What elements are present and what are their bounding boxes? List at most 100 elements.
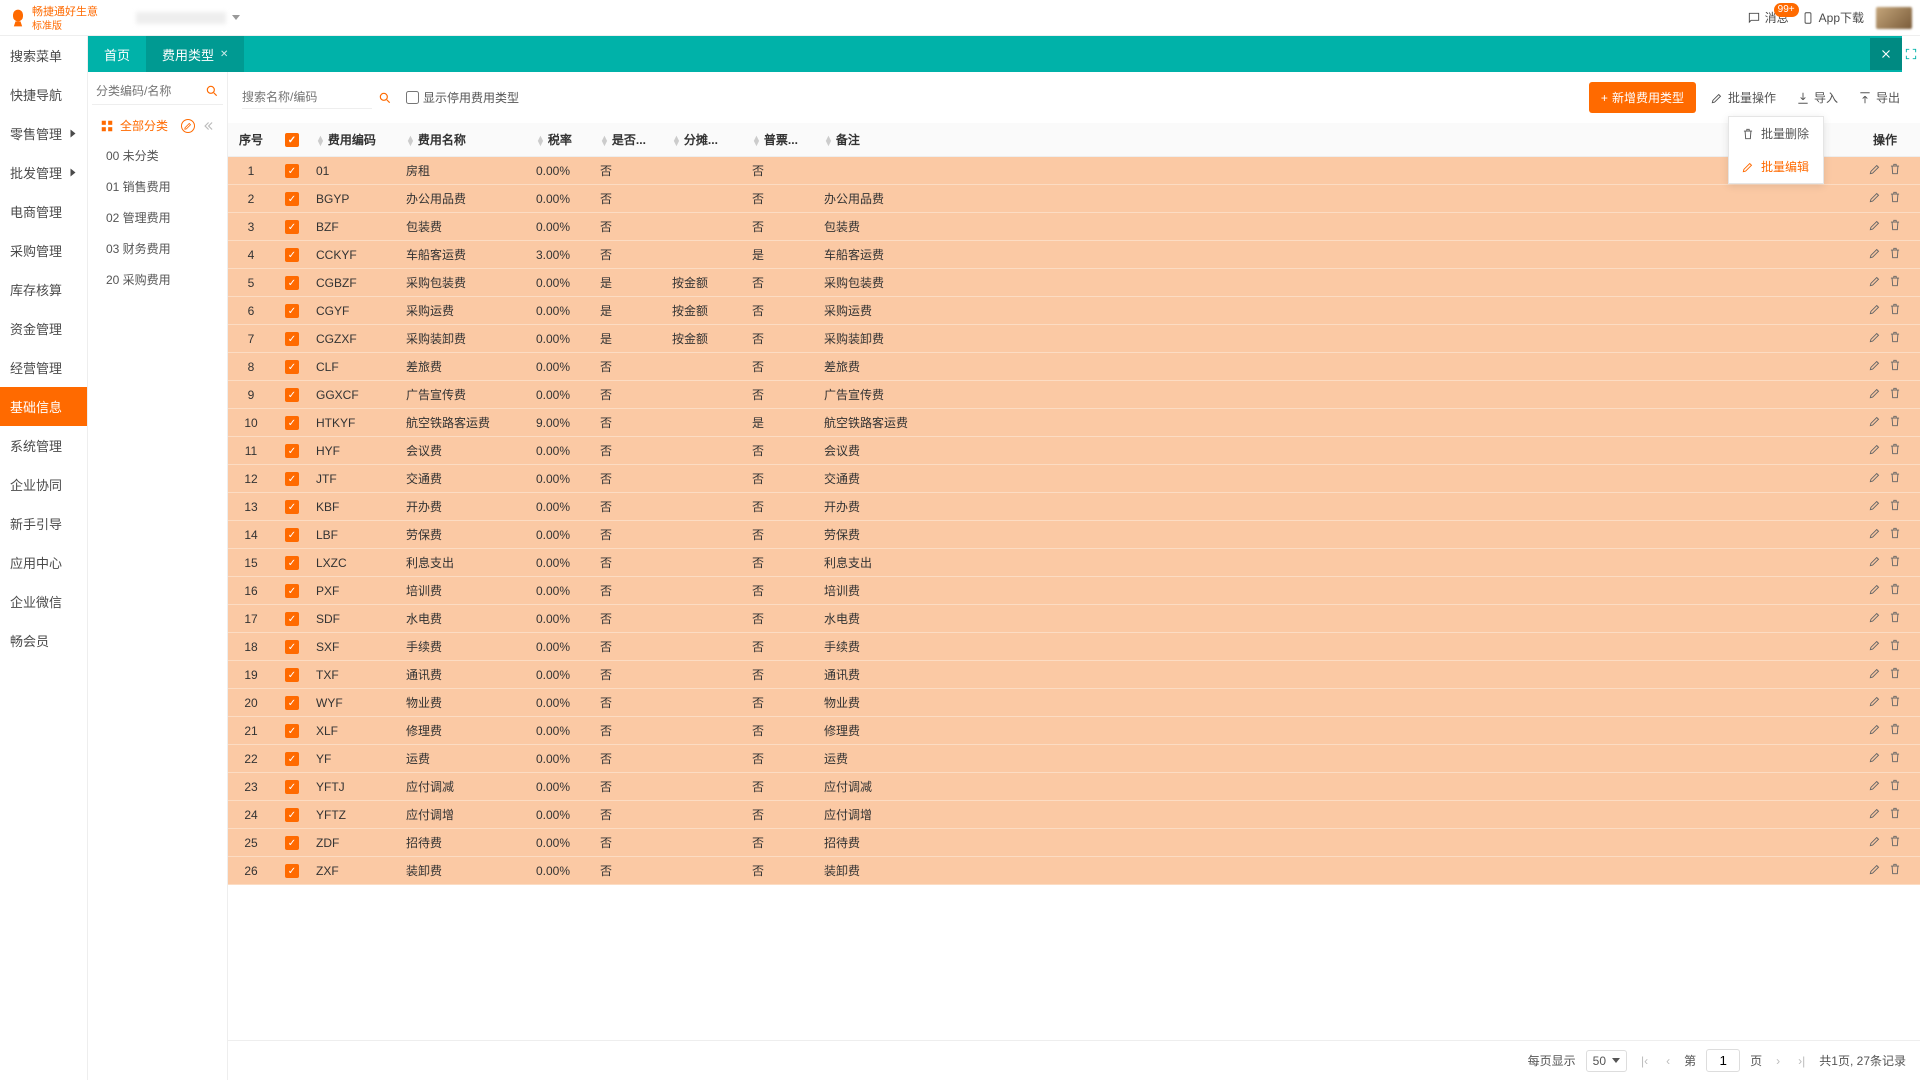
cell-checkbox[interactable]: ✓ — [274, 381, 310, 409]
row-edit-button[interactable] — [1868, 470, 1882, 484]
table-row[interactable]: 3✓BZF包装费0.00%否否包装费 — [228, 213, 1920, 241]
row-delete-button[interactable] — [1888, 190, 1902, 204]
row-checkbox[interactable]: ✓ — [285, 668, 299, 682]
row-delete-button[interactable] — [1888, 666, 1902, 680]
table-row[interactable]: 20✓WYF物业费0.00%否否物业费 — [228, 689, 1920, 717]
cell-checkbox[interactable]: ✓ — [274, 185, 310, 213]
row-edit-button[interactable] — [1868, 386, 1882, 400]
cell-checkbox[interactable]: ✓ — [274, 745, 310, 773]
row-checkbox[interactable]: ✓ — [285, 164, 299, 178]
tab-0[interactable]: 首页 — [88, 36, 146, 72]
cell-checkbox[interactable]: ✓ — [274, 269, 310, 297]
sidebar-item-10[interactable]: 系统管理 — [0, 426, 87, 465]
row-delete-button[interactable] — [1888, 302, 1902, 316]
cell-checkbox[interactable]: ✓ — [274, 717, 310, 745]
cell-checkbox[interactable]: ✓ — [274, 857, 310, 885]
cell-checkbox[interactable]: ✓ — [274, 829, 310, 857]
row-checkbox[interactable]: ✓ — [285, 808, 299, 822]
category-item-4[interactable]: 20 采购费用 — [92, 264, 223, 295]
table-row[interactable]: 21✓XLF修理费0.00%否否修理费 — [228, 717, 1920, 745]
row-edit-button[interactable] — [1868, 554, 1882, 568]
table-row[interactable]: 26✓ZXF装卸费0.00%否否装卸费 — [228, 857, 1920, 885]
row-edit-button[interactable] — [1868, 610, 1882, 624]
row-checkbox[interactable]: ✓ — [285, 192, 299, 206]
sidebar-item-2[interactable]: 零售管理 — [0, 114, 87, 153]
batch-delete-item[interactable]: 批量删除 — [1729, 117, 1823, 150]
row-delete-button[interactable] — [1888, 526, 1902, 540]
row-delete-button[interactable] — [1888, 582, 1902, 596]
page-first[interactable]: |‹ — [1637, 1052, 1652, 1070]
category-item-0[interactable]: 00 未分类 — [92, 140, 223, 171]
cell-checkbox[interactable]: ✓ — [274, 493, 310, 521]
row-checkbox[interactable]: ✓ — [285, 836, 299, 850]
collapse-icon[interactable] — [201, 119, 215, 133]
cell-checkbox[interactable]: ✓ — [274, 773, 310, 801]
add-button[interactable]: + 新增费用类型 — [1589, 82, 1696, 113]
cell-checkbox[interactable]: ✓ — [274, 549, 310, 577]
sidebar-item-14[interactable]: 企业微信 — [0, 582, 87, 621]
sidebar-item-0[interactable]: 搜索菜单 — [0, 36, 87, 75]
table-row[interactable]: 5✓CGBZF采购包装费0.00%是按金额否采购包装费 — [228, 269, 1920, 297]
row-delete-button[interactable] — [1888, 274, 1902, 288]
table-row[interactable]: 23✓YFTJ应付调减0.00%否否应付调减 — [228, 773, 1920, 801]
col-remark[interactable]: ▲▼备注 — [818, 123, 1850, 157]
cell-checkbox[interactable]: ✓ — [274, 465, 310, 493]
table-row[interactable]: 19✓TXF通讯费0.00%否否通讯费 — [228, 661, 1920, 689]
cell-checkbox[interactable]: ✓ — [274, 297, 310, 325]
cell-checkbox[interactable]: ✓ — [274, 577, 310, 605]
cell-checkbox[interactable]: ✓ — [274, 213, 310, 241]
org-dropdown[interactable] — [128, 8, 248, 28]
cell-checkbox[interactable]: ✓ — [274, 241, 310, 269]
table-row[interactable]: 15✓LXZC利息支出0.00%否否利息支出 — [228, 549, 1920, 577]
row-checkbox[interactable]: ✓ — [285, 360, 299, 374]
row-edit-button[interactable] — [1868, 330, 1882, 344]
cell-checkbox[interactable]: ✓ — [274, 353, 310, 381]
table-row[interactable]: 13✓KBF开办费0.00%否否开办费 — [228, 493, 1920, 521]
row-checkbox[interactable]: ✓ — [285, 416, 299, 430]
cell-checkbox[interactable]: ✓ — [274, 325, 310, 353]
cell-checkbox[interactable]: ✓ — [274, 521, 310, 549]
row-checkbox[interactable]: ✓ — [285, 528, 299, 542]
table-row[interactable]: 25✓ZDF招待费0.00%否否招待费 — [228, 829, 1920, 857]
show-disabled-checkbox[interactable]: 显示停用费用类型 — [406, 89, 519, 106]
sidebar-item-7[interactable]: 资金管理 — [0, 309, 87, 348]
table-row[interactable]: 7✓CGZXF采购装卸费0.00%是按金额否采购装卸费 — [228, 325, 1920, 353]
table-row[interactable]: 22✓YF运费0.00%否否运费 — [228, 745, 1920, 773]
row-edit-button[interactable] — [1868, 526, 1882, 540]
row-delete-button[interactable] — [1888, 358, 1902, 372]
row-edit-button[interactable] — [1868, 414, 1882, 428]
sidebar-item-6[interactable]: 库存核算 — [0, 270, 87, 309]
row-edit-button[interactable] — [1868, 442, 1882, 456]
cell-checkbox[interactable]: ✓ — [274, 157, 310, 185]
row-edit-button[interactable] — [1868, 302, 1882, 316]
table-row[interactable]: 16✓PXF培训费0.00%否否培训费 — [228, 577, 1920, 605]
row-delete-button[interactable] — [1888, 498, 1902, 512]
row-edit-button[interactable] — [1868, 834, 1882, 848]
row-checkbox[interactable]: ✓ — [285, 248, 299, 262]
col-alloc[interactable]: ▲▼分摊... — [666, 123, 746, 157]
category-search-input[interactable] — [96, 84, 205, 98]
row-checkbox[interactable]: ✓ — [285, 864, 299, 878]
row-delete-button[interactable] — [1888, 218, 1902, 232]
page-last[interactable]: ›| — [1794, 1052, 1809, 1070]
row-edit-button[interactable] — [1868, 666, 1882, 680]
col-code[interactable]: ▲▼费用编码 — [310, 123, 400, 157]
table-row[interactable]: 1✓01房租0.00%否否 — [228, 157, 1920, 185]
sidebar-item-15[interactable]: 畅会员 — [0, 621, 87, 660]
row-delete-button[interactable] — [1888, 638, 1902, 652]
table-row[interactable]: 4✓CCKYF车船客运费3.00%否是车船客运费 — [228, 241, 1920, 269]
row-delete-button[interactable] — [1888, 442, 1902, 456]
row-checkbox[interactable]: ✓ — [285, 276, 299, 290]
row-checkbox[interactable]: ✓ — [285, 304, 299, 318]
row-checkbox[interactable]: ✓ — [285, 584, 299, 598]
table-row[interactable]: 8✓CLF差旅费0.00%否否差旅费 — [228, 353, 1920, 381]
row-edit-button[interactable] — [1868, 358, 1882, 372]
row-delete-button[interactable] — [1888, 414, 1902, 428]
row-checkbox[interactable]: ✓ — [285, 724, 299, 738]
sidebar-item-1[interactable]: 快捷导航 — [0, 75, 87, 114]
show-disabled-input[interactable] — [406, 91, 419, 104]
col-checkbox[interactable]: ✓ — [274, 123, 310, 157]
table-row[interactable]: 6✓CGYF采购运费0.00%是按金额否采购运费 — [228, 297, 1920, 325]
row-edit-button[interactable] — [1868, 722, 1882, 736]
table-search-input[interactable] — [242, 86, 372, 109]
